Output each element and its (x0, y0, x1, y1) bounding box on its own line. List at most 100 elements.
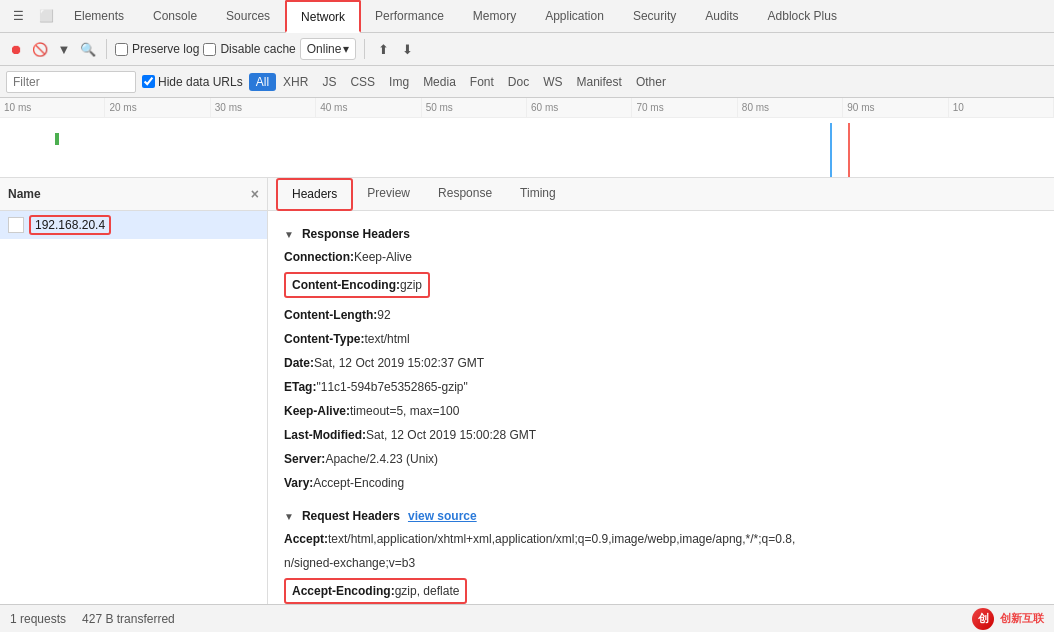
tab-console[interactable]: Console (139, 0, 212, 33)
timeline: 10 ms 20 ms 30 ms 40 ms 50 ms 60 ms 70 m… (0, 98, 1054, 178)
disable-cache-checkbox[interactable]: Disable cache (203, 42, 295, 56)
preserve-log-label: Preserve log (132, 42, 199, 56)
ruler-mark-6: 60 ms (527, 98, 632, 117)
tab-sources[interactable]: Sources (212, 0, 285, 33)
ip-address-box: 192.168.20.4 (29, 215, 111, 235)
header-row-accept-encoding: Accept-Encoding: gzip, deflate (284, 575, 1038, 604)
filter-tag-css[interactable]: CSS (343, 73, 382, 91)
header-key-etag: ETag: (284, 378, 316, 396)
filter-tag-media[interactable]: Media (416, 73, 463, 91)
timeline-ruler: 10 ms 20 ms 30 ms 40 ms 50 ms 60 ms 70 m… (0, 98, 1054, 118)
header-row-connection: Connection: Keep-Alive (284, 245, 1038, 269)
preserve-log-input[interactable] (115, 43, 128, 56)
tab-elements[interactable]: Elements (60, 0, 139, 33)
header-key-accept-encoding: Accept-Encoding: (292, 582, 395, 600)
tab-memory[interactable]: Memory (459, 0, 531, 33)
preserve-log-checkbox[interactable]: Preserve log (115, 42, 199, 56)
filter-tag-manifest[interactable]: Manifest (570, 73, 629, 91)
name-column-label: Name (8, 187, 41, 201)
logo-text: 创新互联 (1000, 611, 1044, 626)
online-dropdown[interactable]: Online ▾ (300, 38, 357, 60)
detail-tab-preview[interactable]: Preview (353, 178, 424, 211)
hide-data-urls-input[interactable] (142, 75, 155, 88)
tab-audits[interactable]: Audits (691, 0, 753, 33)
tab-network[interactable]: Network (285, 0, 361, 33)
header-row-etag: ETag: "11c1-594b7e5352865-gzip" (284, 375, 1038, 399)
name-panel: Name × 192.168.20.4 (0, 178, 268, 604)
detail-tab-response[interactable]: Response (424, 178, 506, 211)
headers-content: ▼ Response Headers Connection: Keep-Aliv… (268, 211, 1054, 604)
file-icon (8, 217, 24, 233)
filter-tag-font[interactable]: Font (463, 73, 501, 91)
filter-input[interactable] (6, 71, 136, 93)
filter-tag-js[interactable]: JS (315, 73, 343, 91)
detail-panel: Headers Preview Response Timing ▼ Respon… (268, 178, 1054, 604)
upload-button[interactable]: ⬆ (373, 39, 393, 59)
filter-tag-all[interactable]: All (249, 73, 276, 91)
filter-tag-doc[interactable]: Doc (501, 73, 536, 91)
response-headers-section: ▼ Response Headers (284, 219, 1038, 245)
header-row-server: Server: Apache/2.4.23 (Unix) (284, 447, 1038, 471)
header-value-content-encoding: gzip (400, 276, 422, 294)
view-source-link[interactable]: view source (408, 509, 477, 523)
brand-logo: 创 创新互联 (972, 608, 1044, 630)
response-headers-label: Response Headers (302, 227, 410, 241)
header-value-connection: Keep-Alive (354, 248, 412, 266)
hide-data-urls-checkbox[interactable]: Hide data URLs (142, 75, 243, 89)
header-value-last-modified: Sat, 12 Oct 2019 15:00:28 GMT (366, 426, 536, 444)
ruler-mark-5: 50 ms (422, 98, 527, 117)
header-key-content-type: Content-Type: (284, 330, 364, 348)
timeline-bar-green (55, 133, 59, 145)
header-row-content-length: Content-Length: 92 (284, 303, 1038, 327)
request-section-triangle: ▼ (284, 511, 294, 522)
record-button[interactable]: ⏺ (6, 39, 26, 59)
accept-encoding-highlight: Accept-Encoding: gzip, deflate (284, 578, 467, 604)
tab-security[interactable]: Security (619, 0, 691, 33)
header-value-content-length: 92 (377, 306, 390, 324)
name-row-item[interactable]: 192.168.20.4 (0, 211, 267, 239)
ip-address: 192.168.20.4 (35, 218, 105, 232)
hide-data-urls-label: Hide data URLs (158, 75, 243, 89)
tab-application[interactable]: Application (531, 0, 619, 33)
header-value-accept-cont: n/signed-exchange;v=b3 (284, 554, 415, 572)
stop-button[interactable]: 🚫 (30, 39, 50, 59)
name-panel-header: Name × (0, 178, 267, 211)
request-headers-label: Request Headers (302, 509, 400, 523)
header-key-content-length: Content-Length: (284, 306, 377, 324)
dropdown-arrow: ▾ (343, 42, 349, 56)
download-button[interactable]: ⬇ (397, 39, 417, 59)
request-headers-section: ▼ Request Headers view source (284, 501, 1038, 527)
tab-adblock[interactable]: Adblock Plus (754, 0, 852, 33)
header-value-vary: Accept-Encoding (313, 474, 404, 492)
devtools-icon-1[interactable]: ☰ (4, 0, 32, 33)
header-value-etag: "11c1-594b7e5352865-gzip" (316, 378, 467, 396)
transferred-size: 427 B transferred (82, 612, 175, 626)
requests-count: 1 requests (10, 612, 66, 626)
bottom-bar: 1 requests 427 B transferred 创 创新互联 (0, 604, 1054, 632)
header-key-server: Server: (284, 450, 325, 468)
separator-1 (106, 39, 107, 59)
devtools-icon-2[interactable]: ⬜ (32, 0, 60, 33)
ruler-mark-4: 40 ms (316, 98, 421, 117)
filter-tag-other[interactable]: Other (629, 73, 673, 91)
timeline-bar-red (848, 123, 850, 178)
disable-cache-input[interactable] (203, 43, 216, 56)
separator-2 (364, 39, 365, 59)
header-key-vary: Vary: (284, 474, 313, 492)
detail-tab-timing[interactable]: Timing (506, 178, 570, 211)
header-value-content-type: text/html (364, 330, 409, 348)
filter-tag-xhr[interactable]: XHR (276, 73, 315, 91)
ruler-mark-2: 20 ms (105, 98, 210, 117)
filter-bar: Hide data URLs All XHR JS CSS Img Media … (0, 66, 1054, 98)
filter-tag-img[interactable]: Img (382, 73, 416, 91)
search-icon[interactable]: 🔍 (78, 39, 98, 59)
close-button[interactable]: × (251, 186, 259, 202)
header-key-accept: Accept: (284, 530, 328, 548)
filter-icon[interactable]: ▼ (54, 39, 74, 59)
header-value-accept: text/html,application/xhtml+xml,applicat… (328, 530, 795, 548)
tab-performance[interactable]: Performance (361, 0, 459, 33)
header-value-server: Apache/2.4.23 (Unix) (325, 450, 438, 468)
timeline-area[interactable] (0, 118, 1054, 178)
detail-tab-headers[interactable]: Headers (276, 178, 353, 211)
filter-tag-ws[interactable]: WS (536, 73, 569, 91)
